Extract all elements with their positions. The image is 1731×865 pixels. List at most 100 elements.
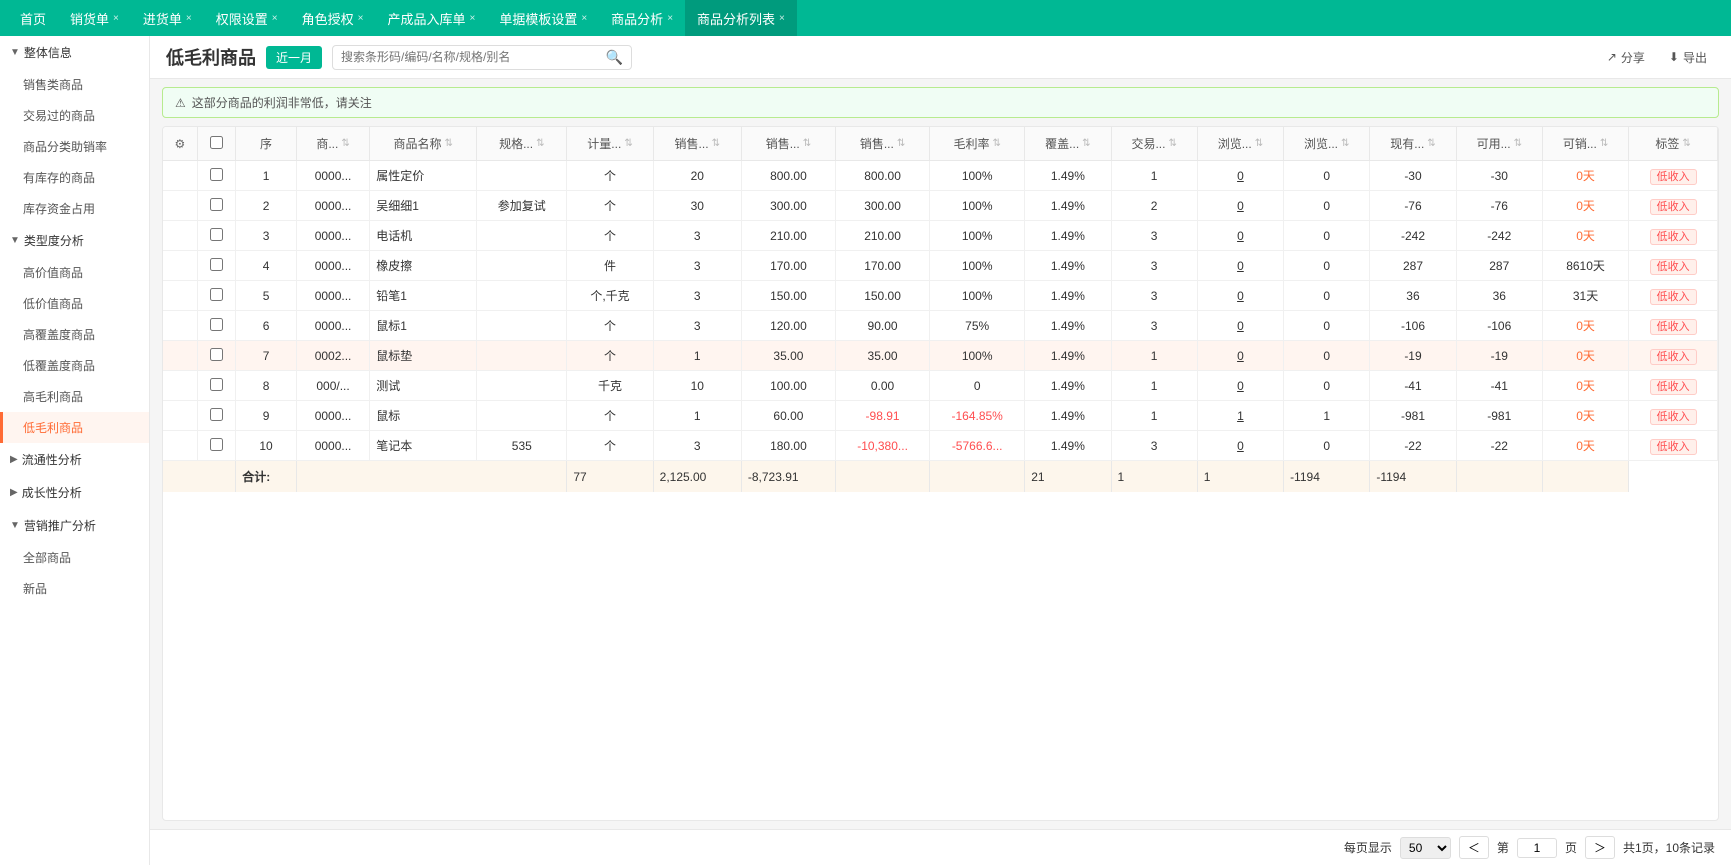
sidebar-section-overall[interactable]: ▼ 整体信息 bbox=[0, 36, 149, 69]
sidebar-item-high-value[interactable]: 高价值商品 bbox=[0, 257, 149, 288]
nav-home[interactable]: 首页 bbox=[8, 0, 58, 36]
row-view-count1[interactable]: 0 bbox=[1197, 161, 1283, 191]
close-icon[interactable]: × bbox=[667, 13, 673, 24]
col-trade-count[interactable]: 交易... ⇅ bbox=[1111, 127, 1197, 161]
nav-role-auth[interactable]: 角色授权 × bbox=[290, 0, 376, 36]
settings-icon[interactable]: ⚙ bbox=[175, 137, 186, 151]
sidebar-section-circulation[interactable]: ▶ 流通性分析 bbox=[0, 443, 149, 476]
row-checkbox[interactable] bbox=[197, 281, 235, 311]
col-gross-rate[interactable]: 毛利率 ⇅ bbox=[930, 127, 1025, 161]
row-select-checkbox[interactable] bbox=[210, 258, 223, 271]
arrow-right-icon: ▶ bbox=[10, 487, 18, 498]
col-name[interactable]: 商品名称 ⇅ bbox=[370, 127, 477, 161]
sidebar-section-marketing[interactable]: ▼ 营销推广分析 bbox=[0, 509, 149, 542]
row-select-checkbox[interactable] bbox=[210, 288, 223, 301]
close-icon[interactable]: × bbox=[272, 13, 278, 24]
col-tag[interactable]: 标签 ⇅ bbox=[1629, 127, 1718, 161]
row-checkbox[interactable] bbox=[197, 191, 235, 221]
sidebar-item-low-coverage[interactable]: 低覆盖度商品 bbox=[0, 350, 149, 381]
row-current-stock: -981 bbox=[1370, 401, 1456, 431]
nav-product-analysis-list[interactable]: 商品分析列表 × bbox=[685, 0, 797, 36]
row-select-checkbox[interactable] bbox=[210, 228, 223, 241]
row-view-count1[interactable]: 0 bbox=[1197, 251, 1283, 281]
row-select-checkbox[interactable] bbox=[210, 348, 223, 361]
sidebar-item-sales-products[interactable]: 销售类商品 bbox=[0, 69, 149, 100]
row-view-count1[interactable]: 1 bbox=[1197, 401, 1283, 431]
row-select-checkbox[interactable] bbox=[210, 438, 223, 451]
nav-permission[interactable]: 权限设置 × bbox=[204, 0, 290, 36]
page-number-input[interactable] bbox=[1517, 838, 1557, 858]
sidebar-item-low-value[interactable]: 低价值商品 bbox=[0, 288, 149, 319]
sidebar-item-stock-products[interactable]: 有库存的商品 bbox=[0, 162, 149, 193]
sidebar-section-growth[interactable]: ▶ 成长性分析 bbox=[0, 476, 149, 509]
prev-page-button[interactable]: ＜ bbox=[1459, 836, 1489, 859]
next-page-button[interactable]: ＞ bbox=[1585, 836, 1615, 859]
sidebar-item-stock-capital[interactable]: 库存资金占用 bbox=[0, 193, 149, 224]
row-checkbox[interactable] bbox=[197, 401, 235, 431]
row-checkbox[interactable] bbox=[197, 161, 235, 191]
per-page-select[interactable]: 50 100 200 bbox=[1400, 837, 1451, 859]
close-icon[interactable]: × bbox=[113, 13, 119, 24]
row-sales-qty: 10 bbox=[653, 371, 741, 401]
row-checkbox[interactable] bbox=[197, 311, 235, 341]
row-view-count1[interactable]: 0 bbox=[1197, 371, 1283, 401]
col-view-count1[interactable]: 浏览... ⇅ bbox=[1197, 127, 1283, 161]
col-sales-amount[interactable]: 销售... ⇅ bbox=[836, 127, 930, 161]
col-available-stock[interactable]: 可用... ⇅ bbox=[1456, 127, 1542, 161]
row-view-count1[interactable]: 0 bbox=[1197, 431, 1283, 461]
row-saleable-stock: 0天 bbox=[1542, 311, 1628, 341]
col-saleable-stock[interactable]: 可销... ⇅ bbox=[1542, 127, 1628, 161]
row-select-checkbox[interactable] bbox=[210, 318, 223, 331]
sidebar-item-traded-products[interactable]: 交易过的商品 bbox=[0, 100, 149, 131]
row-checkbox[interactable] bbox=[197, 251, 235, 281]
sidebar-item-low-margin[interactable]: 低毛利商品 bbox=[0, 412, 149, 443]
select-all-checkbox[interactable] bbox=[210, 136, 223, 149]
nav-template-settings[interactable]: 单据模板设置 × bbox=[487, 0, 599, 36]
nav-product-inbound[interactable]: 产成品入库单 × bbox=[375, 0, 487, 36]
col-code[interactable]: 商... ⇅ bbox=[296, 127, 369, 161]
sidebar-item-all-products[interactable]: 全部商品 bbox=[0, 542, 149, 573]
row-view-count1[interactable]: 0 bbox=[1197, 191, 1283, 221]
row-checkbox[interactable] bbox=[197, 431, 235, 461]
sidebar-item-high-coverage[interactable]: 高覆盖度商品 bbox=[0, 319, 149, 350]
nav-product-analysis[interactable]: 商品分析 × bbox=[599, 0, 685, 36]
row-select-checkbox[interactable] bbox=[210, 408, 223, 421]
col-current-stock[interactable]: 现有... ⇅ bbox=[1370, 127, 1456, 161]
time-filter-button[interactable]: 近一月 bbox=[266, 46, 322, 69]
row-checkbox[interactable] bbox=[197, 341, 235, 371]
nav-purchase-order[interactable]: 进货单 × bbox=[131, 0, 204, 36]
col-cover-rate[interactable]: 覆盖... ⇅ bbox=[1025, 127, 1111, 161]
row-select-checkbox[interactable] bbox=[210, 378, 223, 391]
row-current-stock: -30 bbox=[1370, 161, 1456, 191]
row-current-stock: -41 bbox=[1370, 371, 1456, 401]
row-view-count1[interactable]: 0 bbox=[1197, 341, 1283, 371]
sidebar-item-high-margin[interactable]: 高毛利商品 bbox=[0, 381, 149, 412]
sidebar-section-type-analysis[interactable]: ▼ 类型度分析 bbox=[0, 224, 149, 257]
close-icon[interactable]: × bbox=[469, 13, 475, 24]
close-icon[interactable]: × bbox=[358, 13, 364, 24]
row-view-count1[interactable]: 0 bbox=[1197, 281, 1283, 311]
sidebar-item-category-assist-rate[interactable]: 商品分类助销率 bbox=[0, 131, 149, 162]
close-icon[interactable]: × bbox=[779, 13, 785, 24]
close-icon[interactable]: × bbox=[581, 13, 587, 24]
row-saleable-stock: 0天 bbox=[1542, 161, 1628, 191]
col-sales-qty[interactable]: 销售... ⇅ bbox=[653, 127, 741, 161]
row-select-checkbox[interactable] bbox=[210, 198, 223, 211]
col-unit[interactable]: 计量... ⇅ bbox=[567, 127, 653, 161]
col-settings[interactable]: ⚙ bbox=[163, 127, 197, 161]
sidebar-item-new-products[interactable]: 新品 bbox=[0, 573, 149, 604]
col-spec[interactable]: 规格... ⇅ bbox=[477, 127, 567, 161]
col-sales-price[interactable]: 销售... ⇅ bbox=[741, 127, 835, 161]
row-checkbox[interactable] bbox=[197, 221, 235, 251]
row-checkbox[interactable] bbox=[197, 371, 235, 401]
export-button[interactable]: ⬇ 导出 bbox=[1661, 46, 1715, 69]
row-view-count1[interactable]: 0 bbox=[1197, 221, 1283, 251]
search-input[interactable] bbox=[341, 50, 606, 64]
nav-sales-order[interactable]: 销货单 × bbox=[58, 0, 131, 36]
row-select-checkbox[interactable] bbox=[210, 168, 223, 181]
close-icon[interactable]: × bbox=[186, 13, 192, 24]
row-sales-qty: 1 bbox=[653, 341, 741, 371]
row-view-count1[interactable]: 0 bbox=[1197, 311, 1283, 341]
share-button[interactable]: ↗ 分享 bbox=[1599, 46, 1653, 69]
col-view-count2[interactable]: 浏览... ⇅ bbox=[1284, 127, 1370, 161]
